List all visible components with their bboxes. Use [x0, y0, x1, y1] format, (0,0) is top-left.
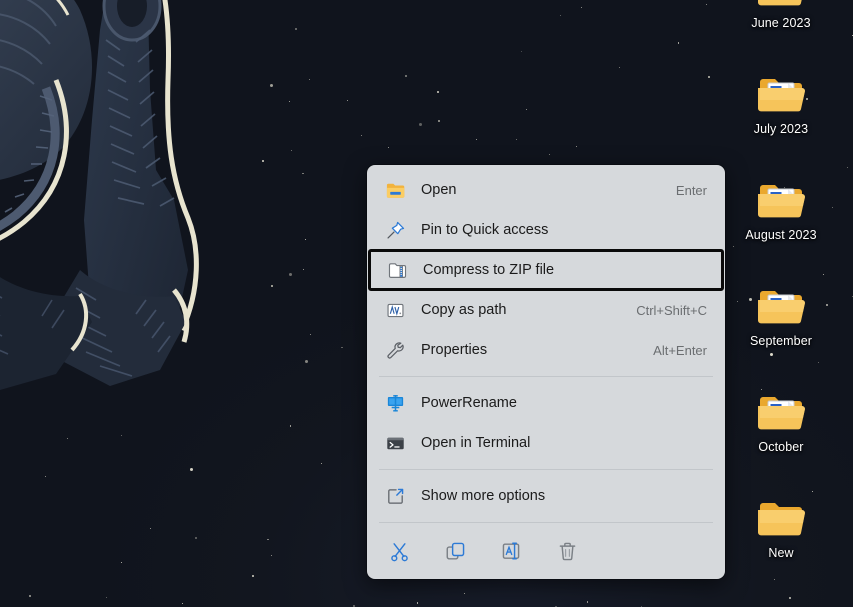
desktop-icon-label: August 2023: [745, 228, 817, 242]
folder-empty-icon: [757, 498, 805, 540]
desktop-icon-label: New: [768, 546, 794, 560]
terminal-icon: [384, 432, 406, 454]
menu-item-accelerator: Ctrl+Shift+C: [636, 302, 707, 318]
folder-with-document-icon: [757, 180, 805, 222]
desktop-background[interactable]: June 2023 July 2023 August 2023 Septembe…: [0, 0, 853, 607]
menu-item-show-more-options[interactable]: Show more options: [367, 476, 725, 516]
menu-item-label: Copy as path: [421, 301, 507, 318]
menu-item-pin-to-quick-access[interactable]: Pin to Quick access: [367, 210, 725, 250]
desktop-icon-label: June 2023: [751, 16, 811, 30]
menu-item-label: Show more options: [421, 487, 546, 504]
folder-with-document-icon: [757, 392, 805, 434]
rename-icon[interactable]: [497, 537, 525, 565]
zip-folder-icon: [386, 259, 408, 281]
menu-item-properties[interactable]: Properties Alt+Enter: [367, 330, 725, 370]
pin-icon: [384, 219, 406, 241]
desktop-icon-july-2023[interactable]: July 2023: [725, 68, 837, 174]
desktop-icon-new[interactable]: New: [725, 492, 837, 598]
desktop-icon-label: July 2023: [753, 122, 809, 136]
copy-as-path-icon: [384, 299, 406, 321]
trash-icon[interactable]: [553, 537, 581, 565]
wrench-icon: [384, 339, 406, 361]
menu-separator-2: [379, 469, 713, 470]
menu-item-open[interactable]: Open Enter: [367, 170, 725, 210]
menu-item-powerrename[interactable]: PowerRename: [367, 383, 725, 423]
show-more-options-icon: [384, 485, 406, 507]
menu-item-accelerator: Alt+Enter: [653, 342, 707, 358]
menu-item-accelerator: Enter: [675, 182, 707, 198]
desktop-icon-label: October: [758, 440, 804, 454]
folder-open-icon: [384, 179, 406, 201]
desktop-icon-june-2023[interactable]: June 2023: [725, 0, 837, 68]
copy-icon[interactable]: [441, 537, 469, 565]
desktop-icon-label: September: [749, 334, 813, 348]
desktop-icon-column: June 2023 July 2023 August 2023 Septembe…: [725, 0, 837, 598]
astronaut-illustration: [0, 0, 199, 390]
menu-item-label: Pin to Quick access: [421, 221, 549, 238]
menu-item-label: PowerRename: [421, 394, 517, 411]
menu-separator-3: [379, 522, 713, 523]
desktop-icon-september[interactable]: September: [725, 280, 837, 386]
menu-item-label: Properties: [421, 341, 488, 358]
desktop-icon-october[interactable]: October: [725, 386, 837, 492]
folder-with-document-icon: [757, 286, 805, 328]
menu-item-label: Open: [421, 181, 457, 198]
scissors-icon[interactable]: [385, 537, 413, 565]
menu-item-open-in-terminal[interactable]: Open in Terminal: [367, 423, 725, 463]
folder-with-document-icon: [757, 0, 805, 10]
menu-item-label: Compress to ZIP file: [423, 261, 555, 278]
powerrename-icon: [384, 392, 406, 414]
menu-item-compress-to-zip-file[interactable]: Compress to ZIP file: [368, 249, 724, 291]
menu-item-copy-as-path[interactable]: Copy as path Ctrl+Shift+C: [367, 290, 725, 330]
context-menu: Open Enter Pin to Quick access Compress …: [367, 165, 725, 579]
folder-with-document-icon: [757, 74, 805, 116]
desktop-icon-august-2023[interactable]: August 2023: [725, 174, 837, 280]
context-menu-toolbar: [367, 529, 725, 573]
menu-item-label: Open in Terminal: [421, 434, 531, 451]
menu-separator-1: [379, 376, 713, 377]
